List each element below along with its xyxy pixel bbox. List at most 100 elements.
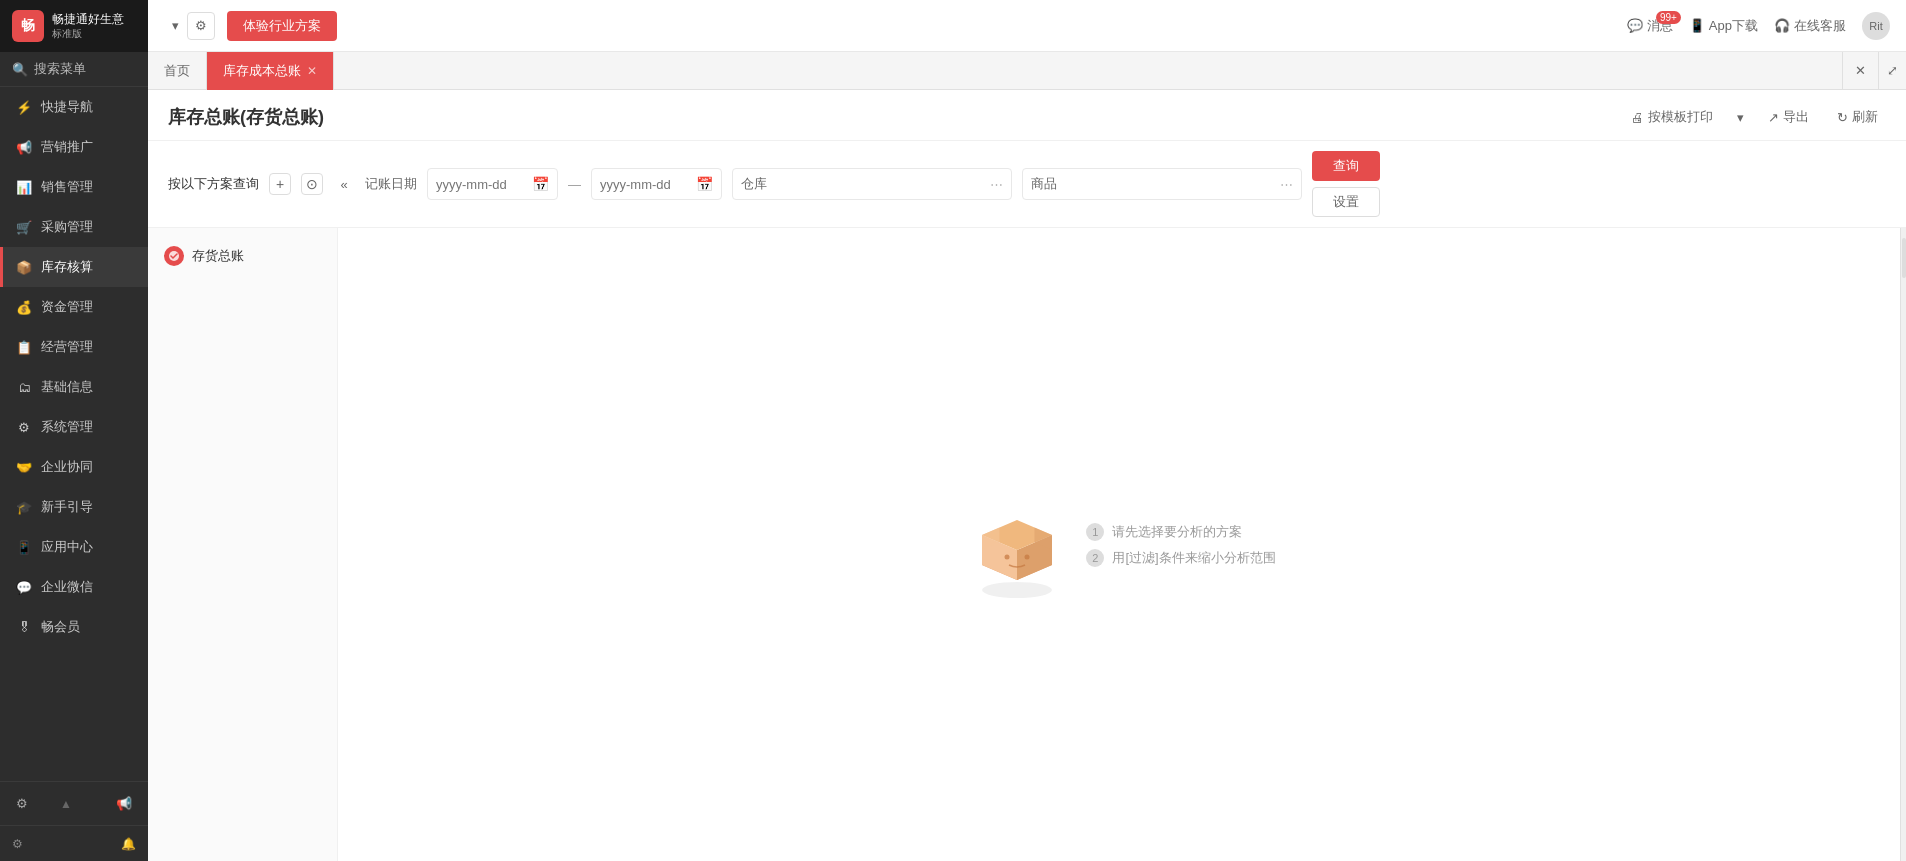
svg-point-1 [982,582,1052,598]
sidebar-item-sales[interactable]: 📊 销售管理 [0,167,148,207]
date-filter-label: 记账日期 [365,175,417,193]
export-icon: ↗ [1768,110,1779,125]
message-icon: 💬 [1627,18,1643,33]
filter-row: 按以下方案查询 + ⊙ « 记账日期 📅 — 📅 仓库 ⋯ [148,141,1906,228]
purchase-icon: 🛒 [15,218,33,236]
topbar-settings-btn[interactable]: ⚙ [187,12,215,40]
wechat-icon: 💬 [15,578,33,596]
svg-point-8 [1005,554,1010,559]
sidebar-bottom: ▲ ⚙ 📢 [0,781,148,825]
scroll-up-indicator[interactable]: ▲ [60,797,72,811]
empty-state: 1 请先选择要分析的方案 2 用[过滤]条件来缩小分析范围 [338,228,1900,861]
export-button[interactable]: ↗ 导出 [1760,104,1817,130]
empty-box-svg [962,495,1072,605]
tab-home[interactable]: 首页 [148,52,207,90]
tabs-bar: 首页 库存成本总账 ✕ ✕ ⤢ [148,52,1906,90]
sidebar-item-app-center[interactable]: 📱 应用中心 [0,527,148,567]
sidebar-item-operation[interactable]: 📋 经营管理 [0,327,148,367]
filter-settings-button[interactable]: ⊙ [301,173,323,195]
date-end-input-wrap: 📅 [591,168,722,200]
sidebar-navigation: ⚡ 快捷导航 📢 营销推广 📊 销售管理 🛒 采购管理 📦 库存核算 💰 资金管… [0,87,148,781]
sidebar-item-enterprise[interactable]: 🤝 企业协同 [0,447,148,487]
messages-button[interactable]: 💬 消息 99+ [1627,17,1673,35]
user-avatar[interactable]: Rit [1862,12,1890,40]
date-start-input[interactable] [436,177,526,192]
filter-option-inventory-ledger[interactable]: 存货总账 [148,238,337,274]
main-area: ▾ ⚙ 体验行业方案 💬 消息 99+ 📱 App下载 🎧 在线客服 Rit [148,0,1906,861]
inventory-icon: 📦 [15,258,33,276]
app-logo: 畅 畅捷通好生意 标准版 [0,0,148,52]
speaker-icon-bottom[interactable]: 🔔 [121,837,136,851]
date-end-input[interactable] [600,177,690,192]
online-service-button[interactable]: 🎧 在线客服 [1774,17,1846,35]
scroll-thumb [1902,238,1906,278]
operation-icon: 📋 [15,338,33,356]
query-button[interactable]: 查询 [1312,151,1380,181]
basic-icon: 🗂 [15,378,33,396]
goods-more-icon[interactable]: ⋯ [1280,177,1293,192]
date-start-input-wrap: 📅 [427,168,558,200]
empty-inner: 1 请先选择要分析的方案 2 用[过滤]条件来缩小分析范围 [962,495,1275,595]
enterprise-icon: 🤝 [15,458,33,476]
sidebar-item-inventory[interactable]: 📦 库存核算 [0,247,148,287]
sidebar-item-system[interactable]: ⚙ 系统管理 [0,407,148,447]
filter-setting-button[interactable]: 设置 [1312,187,1380,217]
filter-collapse-button[interactable]: « [333,173,355,195]
goods-filter-wrap: 商品 ⋯ [1022,168,1302,200]
page-header: 库存总账(存货总账) 🖨 按模板打印 ▾ ↗ 导出 ↻ 刷新 [148,90,1906,141]
tab-panel-close-button[interactable]: ✕ [1842,52,1878,90]
sales-icon: 📊 [15,178,33,196]
speaker-button[interactable]: 📢 [112,792,136,815]
sidebar-item-quick-nav[interactable]: ⚡ 快捷导航 [0,87,148,127]
search-menu[interactable]: 🔍 搜索菜单 [0,52,148,87]
tip-text-1: 请先选择要分析的方案 [1112,523,1242,541]
right-edge-indicator [1900,228,1906,861]
sidebar-item-purchase[interactable]: 🛒 采购管理 [0,207,148,247]
phone-icon: 📱 [1689,18,1705,33]
dropdown-arrow[interactable]: ▾ [172,18,179,33]
app-download-button[interactable]: 📱 App下载 [1689,17,1758,35]
settings-button[interactable]: ⚙ [12,792,32,815]
goods-label: 商品 [1031,175,1057,193]
print-dropdown-arrow[interactable]: ▾ [1733,106,1748,129]
print-button[interactable]: 🖨 按模板打印 [1623,104,1721,130]
quick-nav-icon: ⚡ [15,98,33,116]
sidebar-item-finance[interactable]: 💰 资金管理 [0,287,148,327]
topbar-right: 💬 消息 99+ 📱 App下载 🎧 在线客服 Rit [1627,12,1890,40]
calendar-end-icon[interactable]: 📅 [696,176,713,192]
industry-plan-button[interactable]: 体验行业方案 [227,11,337,41]
empty-tips: 1 请先选择要分析的方案 2 用[过滤]条件来缩小分析范围 [1086,523,1275,567]
sidebar-item-guide[interactable]: 🎓 新手引导 [0,487,148,527]
tab-close-inventory[interactable]: ✕ [307,64,317,78]
page-title: 库存总账(存货总账) [168,105,324,129]
sidebar-item-marketing[interactable]: 📢 营销推广 [0,127,148,167]
headset-icon: 🎧 [1774,18,1790,33]
filter-add-button[interactable]: + [269,173,291,195]
filter-option-icon [164,246,184,266]
filter-option-label: 存货总账 [192,247,244,265]
sidebar-item-wechat[interactable]: 💬 企业微信 [0,567,148,607]
logo-icon: 畅 [12,10,44,42]
sidebar-item-basic[interactable]: 🗂 基础信息 [0,367,148,407]
warehouse-label: 仓库 [741,175,767,193]
tab-panel-resize-button[interactable]: ⤢ [1878,52,1906,90]
guide-icon: 🎓 [15,498,33,516]
sidebar: 畅 畅捷通好生意 标准版 🔍 搜索菜单 ⚡ 快捷导航 📢 营销推广 📊 销售管理… [0,0,148,861]
refresh-icon: ↻ [1837,110,1848,125]
svg-point-9 [1025,554,1030,559]
warehouse-more-icon[interactable]: ⋯ [990,177,1003,192]
tip-item-2: 2 用[过滤]条件来缩小分析范围 [1086,549,1275,567]
refresh-button[interactable]: ↻ 刷新 [1829,104,1886,130]
tip-num-1: 1 [1086,523,1104,541]
filter-label: 按以下方案查询 [168,175,259,193]
logo-text: 畅捷通好生意 标准版 [52,12,124,41]
sidebar-item-member[interactable]: 🎖 畅会员 [0,607,148,647]
member-icon: 🎖 [15,618,33,636]
header-actions: 🖨 按模板打印 ▾ ↗ 导出 ↻ 刷新 [1623,104,1886,130]
message-badge: 99+ [1656,11,1681,24]
tip-num-2: 2 [1086,549,1104,567]
gear-icon-bottom[interactable]: ⚙ [12,837,23,851]
calendar-start-icon[interactable]: 📅 [532,176,549,192]
marketing-icon: 📢 [15,138,33,156]
tab-inventory-ledger[interactable]: 库存成本总账 ✕ [207,52,334,90]
